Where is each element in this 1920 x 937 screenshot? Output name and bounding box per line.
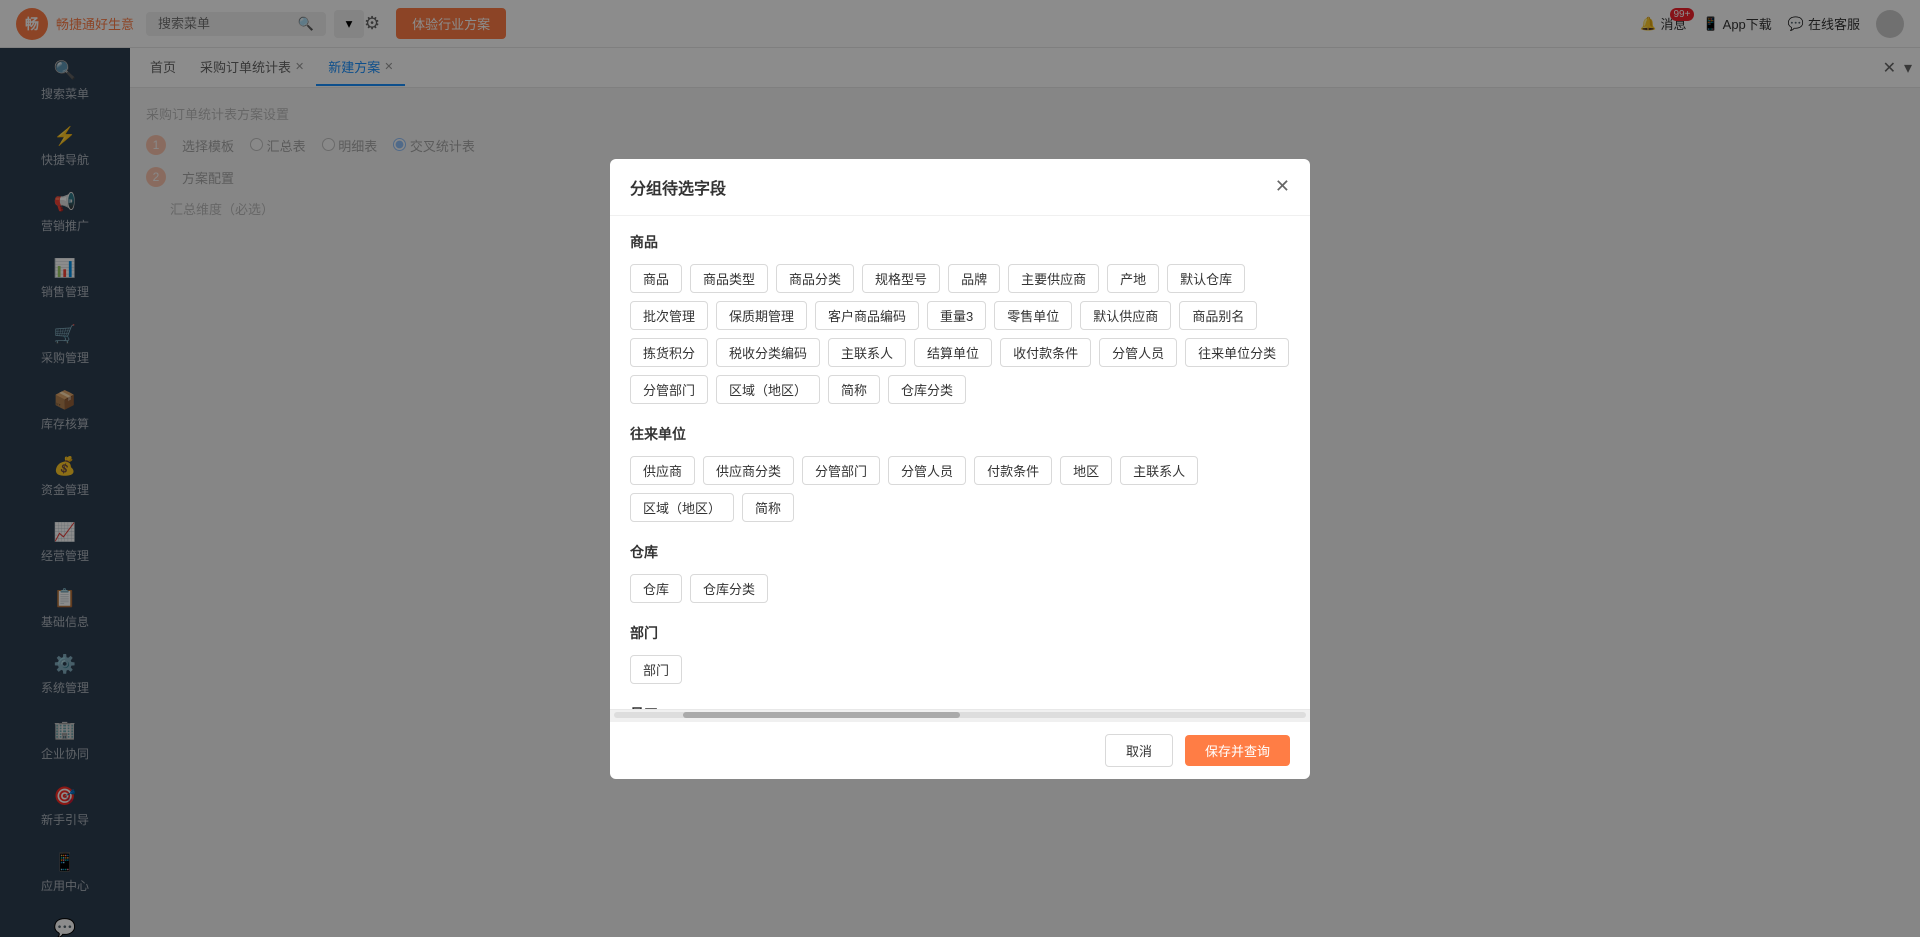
field-tag[interactable]: 产地 (1107, 264, 1159, 293)
field-tag[interactable]: 默认仓库 (1167, 264, 1245, 293)
field-tag[interactable]: 分管部门 (630, 375, 708, 404)
field-tag[interactable]: 税收分类编码 (716, 338, 820, 367)
field-tag[interactable]: 默认供应商 (1080, 301, 1171, 330)
field-tag[interactable]: 商品类型 (690, 264, 768, 293)
modal-overlay: 分组待选字段 ✕ 商品 商品 商品类型 商品分类 规格型号 品牌 主要供应商 产… (0, 0, 1920, 937)
modal-group-fields: 分组待选字段 ✕ 商品 商品 商品类型 商品分类 规格型号 品牌 主要供应商 产… (610, 159, 1310, 779)
hscroll-track (614, 712, 1306, 718)
modal-body[interactable]: 商品 商品 商品类型 商品分类 规格型号 品牌 主要供应商 产地 默认仓库 批次… (610, 216, 1310, 709)
field-tag[interactable]: 供应商分类 (703, 456, 794, 485)
section-products: 商品 商品 商品类型 商品分类 规格型号 品牌 主要供应商 产地 默认仓库 批次… (630, 232, 1290, 404)
section-department: 部门 部门 (630, 623, 1290, 684)
modal-header: 分组待选字段 ✕ (610, 159, 1310, 216)
field-tag[interactable]: 零售单位 (994, 301, 1072, 330)
field-tag[interactable]: 供应商 (630, 456, 695, 485)
field-tag[interactable]: 分管部门 (802, 456, 880, 485)
field-tag[interactable]: 区域（地区） (630, 493, 734, 522)
field-tag[interactable]: 部门 (630, 655, 682, 684)
field-tag[interactable]: 简称 (742, 493, 794, 522)
field-tag[interactable]: 保质期管理 (716, 301, 807, 330)
field-tag[interactable]: 客户商品编码 (815, 301, 919, 330)
modal-title: 分组待选字段 (630, 175, 726, 199)
section-counterparty-fields: 供应商 供应商分类 分管部门 分管人员 付款条件 地区 主联系人 区域（地区） … (630, 456, 1290, 522)
section-warehouse-title: 仓库 (630, 542, 1290, 562)
field-tag[interactable]: 规格型号 (862, 264, 940, 293)
field-tag[interactable]: 商品别名 (1179, 301, 1257, 330)
field-tag[interactable]: 仓库分类 (690, 574, 768, 603)
field-tag[interactable]: 区域（地区） (716, 375, 820, 404)
field-tag[interactable]: 仓库分类 (888, 375, 966, 404)
field-tag[interactable]: 拣货积分 (630, 338, 708, 367)
field-tag[interactable]: 简称 (828, 375, 880, 404)
field-tag[interactable]: 收付款条件 (1000, 338, 1091, 367)
field-tag[interactable]: 主联系人 (828, 338, 906, 367)
section-department-fields: 部门 (630, 655, 1290, 684)
modal-footer: 取消 保存并查询 (610, 721, 1310, 779)
field-tag[interactable]: 重量3 (927, 301, 986, 330)
field-tag[interactable]: 主联系人 (1120, 456, 1198, 485)
field-tag[interactable]: 仓库 (630, 574, 682, 603)
field-tag[interactable]: 结算单位 (914, 338, 992, 367)
field-tag[interactable]: 付款条件 (974, 456, 1052, 485)
section-counterparty-title: 往来单位 (630, 424, 1290, 444)
section-warehouse: 仓库 仓库 仓库分类 (630, 542, 1290, 603)
field-tag[interactable]: 分管人员 (888, 456, 966, 485)
field-tag[interactable]: 往来单位分类 (1185, 338, 1289, 367)
hscroll-thumb (683, 712, 960, 718)
field-tag[interactable]: 商品 (630, 264, 682, 293)
field-tag[interactable]: 商品分类 (776, 264, 854, 293)
field-tag[interactable]: 分管人员 (1099, 338, 1177, 367)
section-department-title: 部门 (630, 623, 1290, 643)
modal-hscroll[interactable] (610, 709, 1310, 721)
section-products-title: 商品 (630, 232, 1290, 252)
field-tag[interactable]: 地区 (1060, 456, 1112, 485)
section-products-fields: 商品 商品类型 商品分类 规格型号 品牌 主要供应商 产地 默认仓库 批次管理 … (630, 264, 1290, 404)
field-tag[interactable]: 主要供应商 (1008, 264, 1099, 293)
cancel-btn[interactable]: 取消 (1105, 734, 1173, 767)
save-query-btn[interactable]: 保存并查询 (1185, 735, 1290, 766)
section-counterparty: 往来单位 供应商 供应商分类 分管部门 分管人员 付款条件 地区 主联系人 区域… (630, 424, 1290, 522)
modal-close-btn[interactable]: ✕ (1275, 176, 1290, 197)
section-warehouse-fields: 仓库 仓库分类 (630, 574, 1290, 603)
field-tag[interactable]: 品牌 (948, 264, 1000, 293)
field-tag[interactable]: 批次管理 (630, 301, 708, 330)
